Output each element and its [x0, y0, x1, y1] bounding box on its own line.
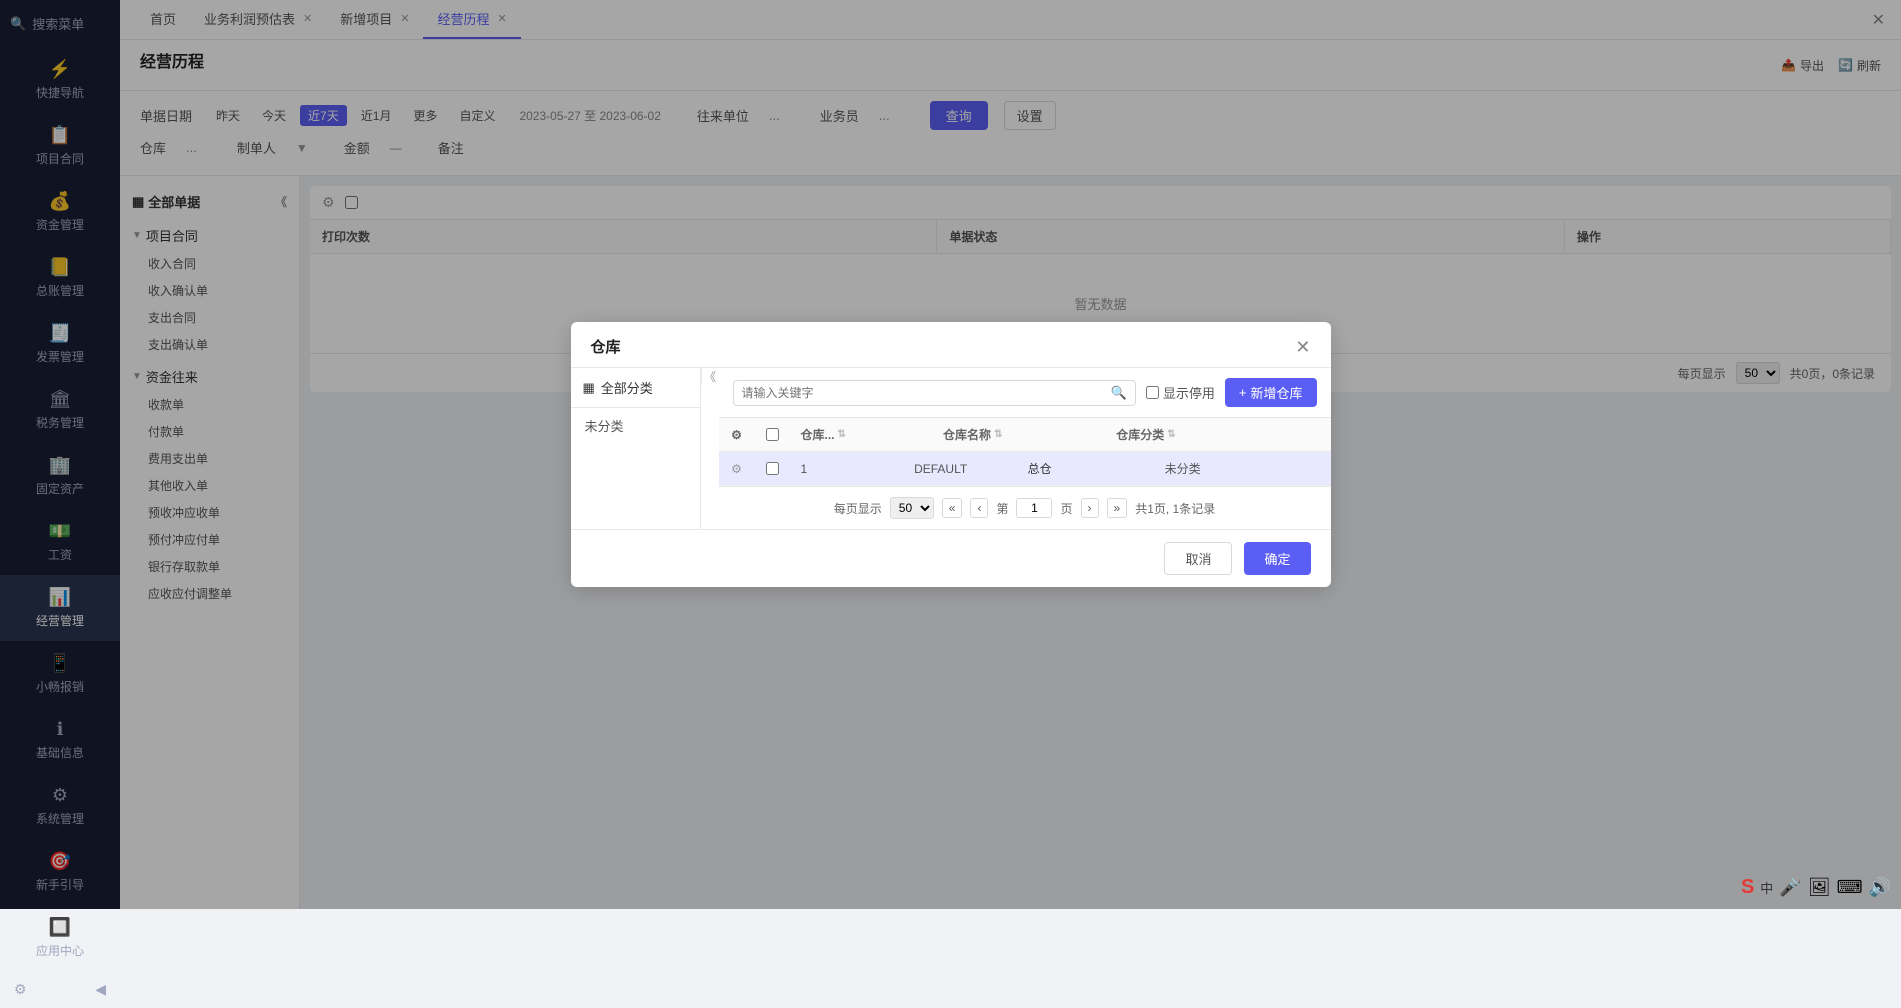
app-center-icon: 🔲: [49, 917, 71, 938]
per-page-text: 每页显示: [834, 500, 882, 517]
mth-category: 仓库分类 ⇅: [1106, 418, 1330, 451]
mth-gear[interactable]: ⚙: [719, 420, 755, 450]
modal-right-panel: 🔍 显示停用 + 新增仓库 ⚙: [719, 368, 1331, 529]
modal-grid-icon: ▦: [583, 380, 595, 396]
modal-all-category[interactable]: ▦ 全部分类: [571, 368, 700, 408]
mth-check[interactable]: [755, 420, 791, 449]
modal-overlay: 仓库 ✕ ▦ 全部分类 未分类 《: [0, 0, 1901, 909]
modal-table-select-all[interactable]: [766, 428, 779, 441]
next-page-btn[interactable]: ›: [1081, 498, 1099, 518]
total-text: 共1页, 1条记录: [1135, 500, 1215, 517]
modal-table: ⚙ 仓库... ⇅ 仓库名称 ⇅: [719, 418, 1331, 486]
row-name-value: 总仓: [1028, 462, 1052, 476]
modal-table-header: ⚙ 仓库... ⇅ 仓库名称 ⇅: [719, 418, 1331, 452]
row-default-value: DEFAULT: [914, 462, 967, 476]
sidebar-bottom: ⚙ ◀: [0, 971, 120, 1008]
settings-icon[interactable]: ⚙: [14, 981, 27, 998]
modal-search-box: 🔍: [733, 380, 1136, 406]
last-page-btn[interactable]: »: [1107, 498, 1128, 518]
mtd-name-1: 总仓: [1018, 452, 1155, 485]
image-icon[interactable]: 🖼: [1808, 877, 1831, 898]
prev-page-btn[interactable]: ‹: [970, 498, 988, 518]
modal-left-toggle[interactable]: 《: [701, 368, 719, 385]
modal-title: 仓库: [591, 336, 621, 357]
mth-name: 仓库名称 ⇅: [933, 418, 1106, 451]
mtd-gear-1[interactable]: ⚙: [719, 454, 755, 484]
modal-toggle-icon: 《: [704, 368, 716, 385]
add-warehouse-button[interactable]: + 新增仓库: [1225, 378, 1317, 407]
modal-header: 仓库 ✕: [571, 322, 1331, 368]
keyboard-icon[interactable]: ⌨: [1837, 877, 1863, 898]
bottom-right-icons: S 中 🎤 🖼 ⌨ 🔊: [1741, 876, 1891, 899]
row-gear-icon: ⚙: [731, 462, 742, 476]
sort-code-icon[interactable]: ⇅: [838, 429, 846, 440]
modal-all-category-label: 全部分类: [601, 378, 653, 397]
current-page-input[interactable]: [1016, 498, 1052, 518]
modal-toolbar: 🔍 显示停用 + 新增仓库: [719, 368, 1331, 418]
sidebar-item-app-center[interactable]: 🔲 应用中心: [0, 905, 120, 971]
row-checkbox-1[interactable]: [766, 462, 779, 475]
table-row[interactable]: ⚙ 1 DEFAULT 总仓: [719, 452, 1331, 486]
row-category-value: 未分类: [1165, 462, 1201, 476]
modal-category-panel: ▦ 全部分类 未分类: [571, 368, 701, 529]
mic-icon[interactable]: 🎤: [1779, 877, 1801, 898]
confirm-button[interactable]: 确定: [1244, 542, 1310, 575]
warehouse-modal: 仓库 ✕ ▦ 全部分类 未分类 《: [571, 322, 1331, 587]
mtd-check-1[interactable]: [755, 454, 791, 483]
show-disabled-label[interactable]: 显示停用: [1146, 383, 1215, 402]
mtd-code-1: 1: [791, 454, 905, 484]
modal-search-input[interactable]: [742, 386, 1105, 400]
speaker-icon[interactable]: 🔊: [1869, 877, 1891, 898]
logo-icon: S: [1741, 876, 1754, 899]
mth-code-label: 仓库...: [801, 426, 835, 443]
sort-category-icon[interactable]: ⇅: [1167, 429, 1175, 440]
mth-code: 仓库... ⇅: [791, 418, 934, 451]
sort-name-icon[interactable]: ⇅: [994, 429, 1002, 440]
modal-body: ▦ 全部分类 未分类 《 🔍 显示停用: [571, 368, 1331, 529]
add-icon: +: [1239, 385, 1247, 400]
row-code-value: 1: [801, 462, 808, 476]
modal-footer: 取消 确定: [571, 529, 1331, 587]
show-disabled-text: 显示停用: [1163, 383, 1215, 402]
modal-pagination: 每页显示 50 « ‹ 第 页 › » 共1页, 1条记录: [719, 486, 1331, 529]
page-suffix: 页: [1060, 500, 1072, 517]
collapse-icon[interactable]: ◀: [95, 981, 106, 998]
modal-per-page-select[interactable]: 50: [890, 497, 934, 519]
mth-name-label: 仓库名称: [943, 426, 991, 443]
modal-search-icon[interactable]: 🔍: [1111, 385, 1127, 401]
mtd-category-1: 未分类: [1155, 452, 1331, 485]
first-page-btn[interactable]: «: [942, 498, 963, 518]
gear-col-icon: ⚙: [731, 428, 742, 442]
cancel-button[interactable]: 取消: [1164, 542, 1232, 575]
chinese-icon: 中: [1760, 878, 1773, 897]
mtd-default-1: DEFAULT: [904, 454, 1018, 484]
show-disabled-checkbox[interactable]: [1146, 386, 1159, 399]
sidebar-item-label: 应用中心: [36, 942, 84, 959]
add-warehouse-label: 新增仓库: [1250, 383, 1302, 402]
page-prefix: 第: [996, 500, 1008, 517]
modal-category-unclassified[interactable]: 未分类: [571, 408, 700, 443]
mth-category-label: 仓库分类: [1116, 426, 1164, 443]
modal-close-button[interactable]: ✕: [1295, 338, 1310, 356]
